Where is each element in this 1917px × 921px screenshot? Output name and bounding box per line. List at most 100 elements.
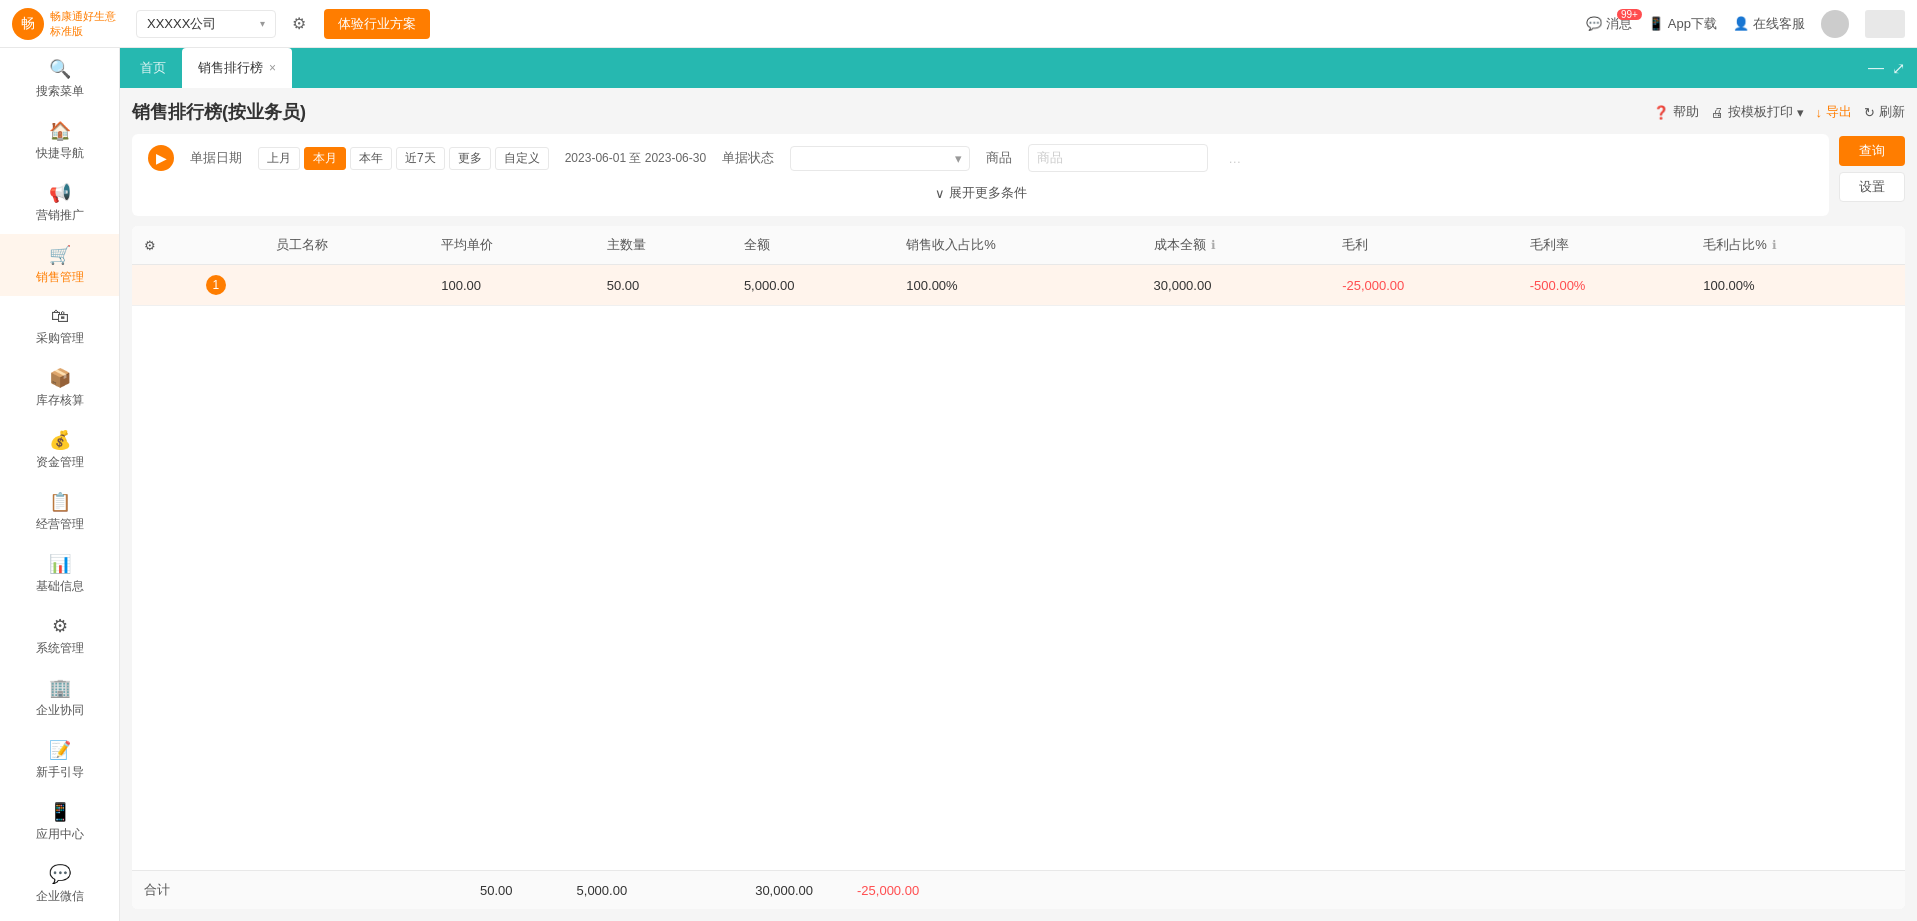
settings-icon[interactable]: ⚙ — [284, 9, 314, 39]
sidebar-item-search-order[interactable]: 🔍 搜索菜单 — [0, 48, 119, 110]
filter-bar: ▶ 单据日期 上月 本月 本年 近7天 更多 自定义 2023-06-01 至 … — [132, 134, 1829, 216]
goods-filter-label: 商品 — [986, 149, 1012, 167]
tab-bar: 首页 销售排行榜 × — ⤢ — [120, 48, 1917, 88]
date-btn-group: 上月 本月 本年 近7天 更多 自定义 — [258, 147, 549, 170]
footer-main-qty: 50.00 — [480, 883, 513, 898]
tab-minimize-icon[interactable]: — — [1868, 59, 1884, 77]
sidebar-item-enterprise[interactable]: 🏢 企业协同 — [0, 667, 119, 729]
table-empty-space — [132, 306, 1905, 870]
sidebar-item-beginner[interactable]: 📝 新手引导 — [0, 729, 119, 791]
user-name-area — [1865, 10, 1905, 38]
tab-bar-actions: — ⤢ — [1868, 59, 1913, 78]
row-rank: 1 — [168, 265, 264, 306]
query-btn[interactable]: 查询 — [1839, 136, 1905, 166]
sidebar-item-label-purchase: 采购管理 — [36, 330, 84, 347]
sidebar-item-label-app-center: 应用中心 — [36, 826, 84, 843]
avatar[interactable] — [1821, 10, 1849, 38]
sidebar-item-label-system: 系统管理 — [36, 640, 84, 657]
help-btn[interactable]: ❓ 帮助 — [1653, 103, 1699, 121]
col-amount: 全额 — [732, 226, 894, 265]
date-btn-this-year[interactable]: 本年 — [350, 147, 392, 170]
sidebar-item-label-search: 搜索菜单 — [36, 83, 84, 100]
app-download-label: App下载 — [1668, 15, 1717, 33]
beginner-icon: 📝 — [49, 739, 71, 761]
sidebar-item-inventory[interactable]: 📦 库存核算 — [0, 357, 119, 419]
refresh-icon: ↻ — [1864, 105, 1875, 120]
online-support-label: 在线客服 — [1753, 15, 1805, 33]
app-download-btn[interactable]: 📱 App下载 — [1648, 15, 1717, 33]
support-icon: 👤 — [1733, 16, 1749, 31]
trial-btn[interactable]: 体验行业方案 — [324, 9, 430, 39]
sidebar-item-sales[interactable]: 🛒 销售管理 — [0, 234, 119, 296]
status-filter-label: 单据状态 — [722, 149, 774, 167]
top-header: 畅 畅康通好生意 标准版 XXXXX公司 ▾ ⚙ 体验行业方案 💬 消息 99+… — [0, 0, 1917, 48]
date-btn-more[interactable]: 更多 — [449, 147, 491, 170]
sidebar-item-label-beginner: 新手引导 — [36, 764, 84, 781]
inventory-icon: 📦 — [49, 367, 71, 389]
footer-gross-profit: -25,000.00 — [857, 883, 919, 898]
status-select[interactable] — [790, 146, 970, 171]
date-btn-7days[interactable]: 近7天 — [396, 147, 445, 170]
finance-icon: 💰 — [49, 429, 71, 451]
row-settings — [132, 265, 168, 306]
filter-expand-arrow[interactable]: ▶ — [148, 145, 174, 171]
date-btn-this-month[interactable]: 本月 — [304, 147, 346, 170]
settings-btn[interactable]: 设置 — [1839, 172, 1905, 202]
goods-input-wrapper: 商品 — [1028, 144, 1208, 172]
logo-area: 畅 畅康通好生意 标准版 — [12, 8, 132, 40]
col-sales-pct: 销售收入占比% — [894, 226, 1141, 265]
sidebar-item-finance[interactable]: 💰 资金管理 — [0, 419, 119, 481]
page-actions: ❓ 帮助 🖨 按模板打印 ▾ ↓ 导出 ↻ 刷新 — [1653, 103, 1906, 121]
home-icon: 🏠 — [49, 120, 71, 142]
header-right: 💬 消息 99+ 📱 App下载 👤 在线客服 — [1586, 10, 1905, 38]
table-header-row: ⚙ 员工名称 平均单价 主数量 全额 销售收入占比% 成本全额 ℹ 毛利 毛利率 — [132, 226, 1905, 265]
table-footer: 合计 50.00 5,000.00 30,000.00 -25,000.00 — [132, 870, 1905, 909]
sidebar-item-member[interactable]: V 畅会员 — [0, 915, 119, 921]
tab-sales-ranking[interactable]: 销售排行榜 × — [182, 48, 292, 88]
date-btn-last-month[interactable]: 上月 — [258, 147, 300, 170]
footer-amount: 5,000.00 — [577, 883, 628, 898]
table-row: 1 100.00 50.00 5,000.00 100.00% 30,000.0… — [132, 265, 1905, 306]
online-support-btn[interactable]: 👤 在线客服 — [1733, 15, 1805, 33]
tab-home[interactable]: 首页 — [124, 48, 182, 88]
sidebar-item-purchase[interactable]: 🛍 采购管理 — [0, 296, 119, 357]
row-gross-profit: -25,000.00 — [1330, 265, 1518, 306]
tab-close-icon[interactable]: × — [269, 61, 276, 75]
tab-expand-icon[interactable]: ⤢ — [1892, 59, 1905, 78]
sidebar-item-label-quick-nav: 快捷导航 — [36, 145, 84, 162]
filter-query-wrapper: ▶ 单据日期 上月 本月 本年 近7天 更多 自定义 2023-06-01 至 … — [132, 134, 1905, 216]
sidebar-item-basic-info[interactable]: 📊 基础信息 — [0, 543, 119, 605]
col-employee: 员工名称 — [264, 226, 429, 265]
logo-icon: 畅 — [12, 8, 44, 40]
template-print-btn[interactable]: 🖨 按模板打印 ▾ — [1711, 103, 1804, 121]
cost-info-icon[interactable]: ℹ — [1211, 238, 1216, 252]
filter-row-1: ▶ 单据日期 上月 本月 本年 近7天 更多 自定义 2023-06-01 至 … — [148, 144, 1813, 172]
date-btn-custom[interactable]: 自定义 — [495, 147, 549, 170]
print-chevron-icon: ▾ — [1797, 105, 1804, 120]
more-filters-icon[interactable]: … — [1228, 151, 1241, 166]
status-select-wrapper — [790, 146, 970, 171]
main-layout: 🔍 搜索菜单 🏠 快捷导航 📢 营销推广 🛒 销售管理 🛍 采购管理 📦 库存核… — [0, 48, 1917, 921]
refresh-btn[interactable]: ↻ 刷新 — [1864, 103, 1905, 121]
basic-info-icon: 📊 — [49, 553, 71, 575]
expand-conditions-btn[interactable]: ∨ 展开更多条件 — [935, 184, 1027, 202]
system-icon: ⚙ — [52, 615, 68, 637]
date-filter-label: 单据日期 — [190, 149, 242, 167]
col-settings[interactable]: ⚙ — [132, 226, 168, 265]
sidebar-item-operations[interactable]: 📋 经营管理 — [0, 481, 119, 543]
expand-more-row: ∨ 展开更多条件 — [148, 180, 1813, 206]
operations-icon: 📋 — [49, 491, 71, 513]
col-main-qty: 主数量 — [595, 226, 732, 265]
download-icon: 📱 — [1648, 16, 1664, 31]
gross-pct-info-icon[interactable]: ℹ — [1772, 238, 1777, 252]
sidebar-item-label-basic-info: 基础信息 — [36, 578, 84, 595]
company-selector[interactable]: XXXXX公司 ▾ — [136, 10, 276, 38]
sidebar-item-app-center[interactable]: 📱 应用中心 — [0, 791, 119, 853]
sidebar-item-system[interactable]: ⚙ 系统管理 — [0, 605, 119, 667]
sidebar-item-marketing[interactable]: 📢 营销推广 — [0, 172, 119, 234]
col-rank — [168, 226, 264, 265]
sidebar-item-quick-nav[interactable]: 🏠 快捷导航 — [0, 110, 119, 172]
export-btn[interactable]: ↓ 导出 — [1816, 103, 1853, 121]
sidebar-item-enterprise-wechat[interactable]: 💬 企业微信 — [0, 853, 119, 915]
message-btn[interactable]: 💬 消息 99+ — [1586, 15, 1632, 33]
